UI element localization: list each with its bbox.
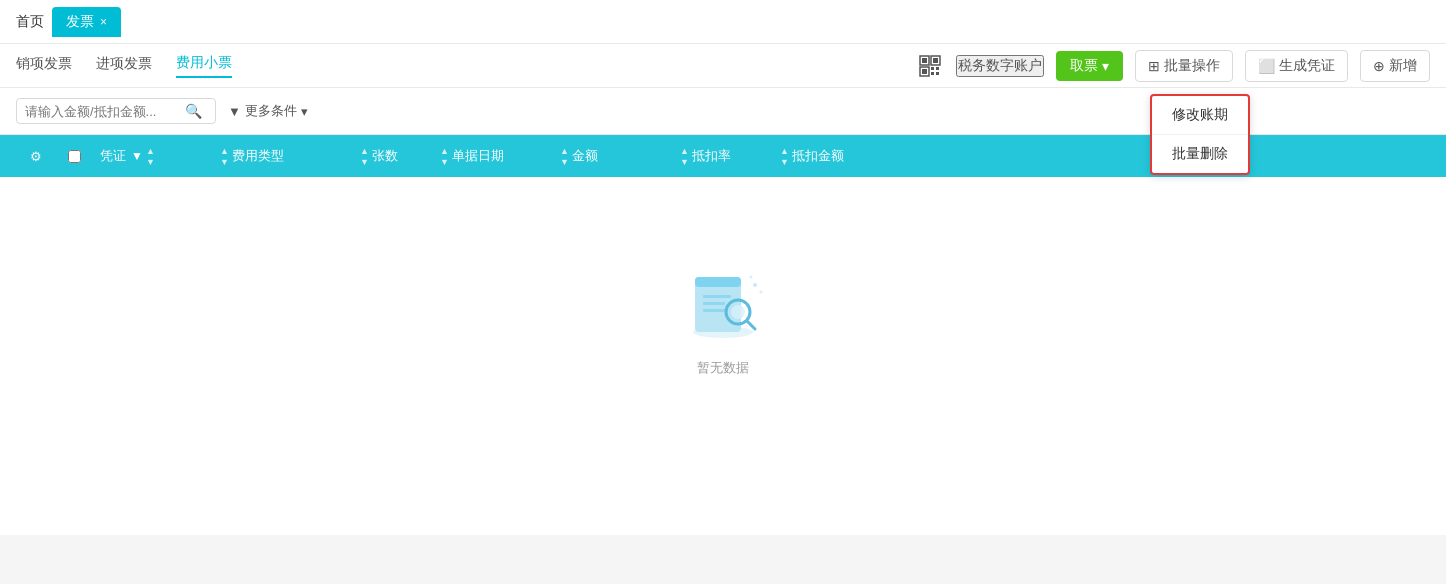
search-icon[interactable]: 🔍	[185, 103, 202, 119]
sort-up[interactable]: ▲	[220, 146, 229, 156]
svg-point-21	[750, 276, 753, 279]
voucher-sort-up[interactable]: ▲	[146, 146, 155, 156]
modify-period-item[interactable]: 修改账期	[1152, 96, 1248, 134]
invoice-tab-label: 发票	[66, 13, 94, 31]
tab-close-icon[interactable]: ×	[100, 15, 107, 29]
expense-type-sort-arrows[interactable]: ▲ ▼	[220, 146, 229, 167]
svg-rect-13	[703, 295, 731, 298]
deduct-rate-column-header: ▲ ▼ 抵扣率	[672, 146, 772, 167]
voucher-header-label: 凭证	[100, 147, 126, 165]
empty-state-text: 暂无数据	[697, 359, 749, 377]
sub-nav-tabs: 销项发票 进项发票 费用小票	[16, 54, 232, 78]
new-icon: ⊕	[1373, 58, 1385, 74]
sales-invoice-tab[interactable]: 销项发票	[16, 55, 72, 77]
svg-rect-6	[931, 67, 934, 70]
search-input[interactable]	[25, 104, 185, 119]
empty-state-illustration	[673, 257, 773, 347]
qr-code-button[interactable]	[916, 52, 944, 80]
svg-rect-14	[703, 302, 725, 305]
batch-operation-button[interactable]: ⊞ 批量操作	[1135, 50, 1233, 82]
sort-down[interactable]: ▼	[360, 157, 369, 167]
checkbox-column-header[interactable]	[56, 150, 92, 163]
sub-nav-actions: 税务数字账户 取票 ▾ ⊞ 批量操作 ⬜ 生成凭证 ⊕ 新增 修改账期 批量删除	[916, 50, 1430, 82]
deduct-rate-header-label: 抵扣率	[692, 147, 731, 165]
batch-delete-item[interactable]: 批量删除	[1152, 134, 1248, 173]
voucher-icon: ⬜	[1258, 58, 1275, 74]
svg-rect-12	[695, 277, 741, 287]
sort-down[interactable]: ▼	[220, 157, 229, 167]
more-conditions-button[interactable]: ▼ 更多条件 ▾	[228, 102, 308, 120]
sort-up[interactable]: ▲	[680, 146, 689, 156]
new-label: 新增	[1389, 57, 1417, 75]
empty-state: 暂无数据	[0, 177, 1446, 417]
svg-rect-5	[922, 69, 927, 74]
batch-operation-dropdown: 修改账期 批量删除	[1150, 94, 1250, 175]
take-ticket-label: 取票	[1070, 57, 1098, 75]
deduct-amount-column-header: ▲ ▼ 抵扣金额	[772, 146, 912, 167]
svg-point-20	[760, 291, 763, 294]
voucher-sort-arrows[interactable]: ▲ ▼	[146, 146, 155, 167]
deduct-rate-sort-arrows[interactable]: ▲ ▼	[680, 146, 689, 167]
deduct-amount-header-label: 抵扣金额	[792, 147, 844, 165]
svg-rect-3	[933, 58, 938, 63]
sort-down[interactable]: ▼	[560, 157, 569, 167]
sort-up[interactable]: ▲	[440, 146, 449, 156]
home-link[interactable]: 首页	[16, 13, 44, 31]
expense-type-column-header: ▲ ▼ 费用类型	[212, 146, 352, 167]
amount-header-label: 金额	[572, 147, 598, 165]
gear-icon[interactable]: ⚙	[30, 149, 42, 164]
purchase-invoice-tab[interactable]: 进项发票	[96, 55, 152, 77]
date-sort-arrows[interactable]: ▲ ▼	[440, 146, 449, 167]
svg-point-19	[753, 283, 757, 287]
batch-op-label: 批量操作	[1164, 57, 1220, 75]
generate-voucher-label: 生成凭证	[1279, 57, 1335, 75]
svg-rect-7	[936, 67, 939, 70]
batch-icon: ⊞	[1148, 58, 1160, 74]
new-button[interactable]: ⊕ 新增	[1360, 50, 1430, 82]
count-column-header: ▲ ▼ 张数	[352, 146, 432, 167]
settings-column-header[interactable]: ⚙	[16, 149, 56, 164]
search-input-wrap[interactable]: 🔍	[16, 98, 216, 124]
tax-account-button[interactable]: 税务数字账户	[956, 55, 1044, 77]
date-column-header: ▲ ▼ 单据日期	[432, 146, 552, 167]
sort-up[interactable]: ▲	[780, 146, 789, 156]
sort-up[interactable]: ▲	[360, 146, 369, 156]
amount-sort-arrows[interactable]: ▲ ▼	[560, 146, 569, 167]
take-ticket-button[interactable]: 取票 ▾	[1056, 51, 1123, 81]
date-header-label: 单据日期	[452, 147, 504, 165]
invoice-tab[interactable]: 发票 ×	[52, 7, 121, 37]
count-header-label: 张数	[372, 147, 398, 165]
svg-rect-1	[922, 58, 927, 63]
sort-up[interactable]: ▲	[560, 146, 569, 156]
svg-line-18	[747, 321, 755, 329]
main-content: ⚙ 凭证 ▼ ▲ ▼ ▲ ▼ 费用类型 ▲ ▼ 张数	[0, 135, 1446, 535]
svg-rect-9	[936, 72, 939, 75]
voucher-sort-down[interactable]: ▼	[146, 157, 155, 167]
deduct-amount-sort-arrows[interactable]: ▲ ▼	[780, 146, 789, 167]
filter-icon: ▼	[228, 104, 241, 119]
sub-nav: 销项发票 进项发票 费用小票 税务数字账户 取票 ▾ ⊞	[0, 44, 1446, 88]
voucher-column-header: 凭证 ▼ ▲ ▼	[92, 146, 212, 167]
amount-column-header: ▲ ▼ 金额	[552, 146, 672, 167]
more-conditions-label: 更多条件	[245, 102, 297, 120]
select-all-checkbox[interactable]	[68, 150, 81, 163]
svg-rect-15	[703, 309, 728, 312]
more-conditions-chevron: ▾	[301, 104, 308, 119]
take-ticket-chevron: ▾	[1102, 58, 1109, 74]
voucher-filter-icon[interactable]: ▼	[131, 149, 143, 163]
count-sort-arrows[interactable]: ▲ ▼	[360, 146, 369, 167]
generate-voucher-button[interactable]: ⬜ 生成凭证	[1245, 50, 1348, 82]
sort-down[interactable]: ▼	[780, 157, 789, 167]
expense-receipt-tab[interactable]: 费用小票	[176, 54, 232, 78]
expense-type-header-label: 费用类型	[232, 147, 284, 165]
sort-down[interactable]: ▼	[680, 157, 689, 167]
sort-down[interactable]: ▼	[440, 157, 449, 167]
top-nav: 首页 发票 ×	[0, 0, 1446, 44]
svg-rect-8	[931, 72, 934, 75]
svg-point-17	[731, 305, 745, 319]
